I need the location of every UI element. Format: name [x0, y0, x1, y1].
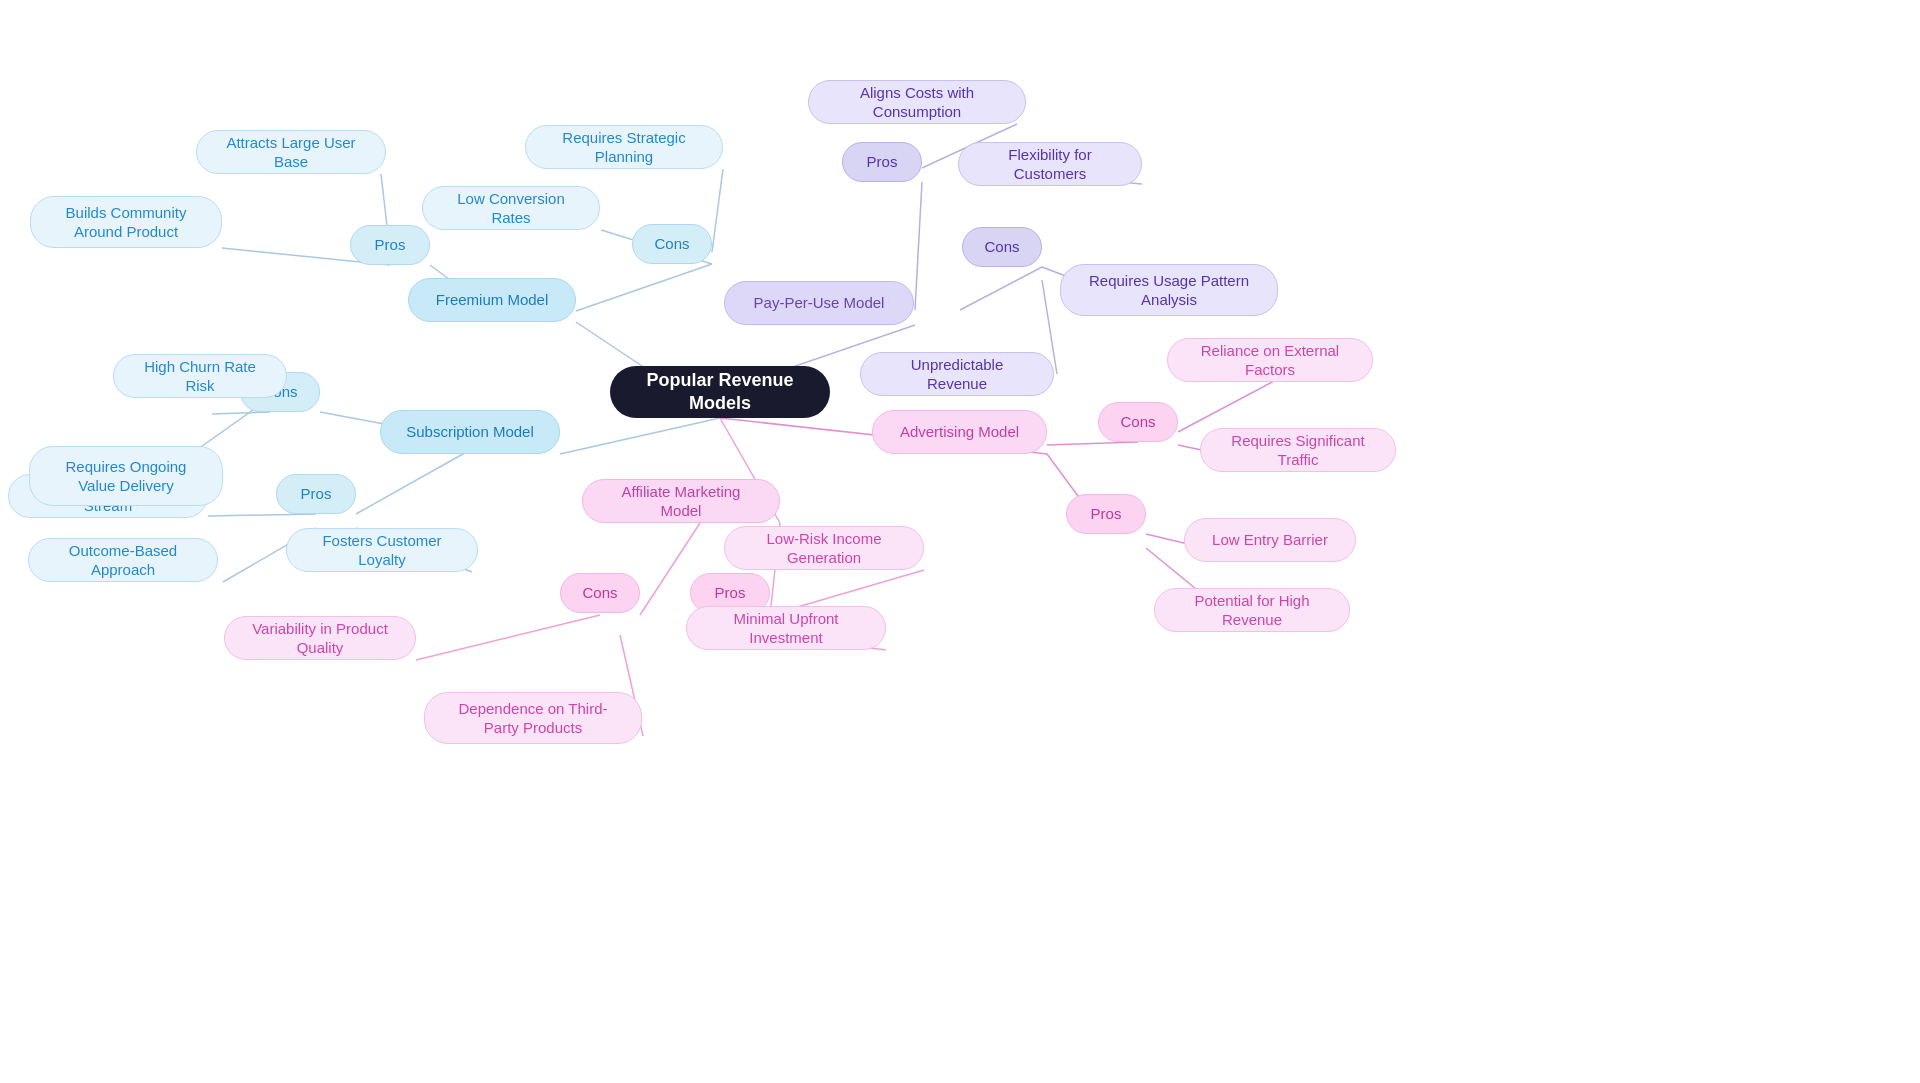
svg-line-2: [720, 418, 780, 523]
svg-line-9: [712, 169, 723, 252]
svg-line-5: [430, 265, 492, 311]
svg-line-13: [208, 514, 316, 516]
svg-line-6: [576, 264, 712, 311]
svg-line-11: [356, 450, 470, 514]
svg-line-10: [601, 230, 712, 264]
svg-line-18: [212, 412, 270, 414]
svg-line-35: [1146, 534, 1255, 560]
svg-line-31: [1047, 442, 1138, 445]
svg-line-8: [222, 248, 390, 265]
svg-line-1: [560, 418, 720, 454]
svg-line-20: [770, 523, 780, 615]
svg-line-23: [770, 570, 924, 615]
svg-line-32: [1047, 454, 1106, 534]
svg-line-28: [962, 168, 1142, 184]
svg-line-24: [770, 635, 886, 650]
svg-line-33: [1178, 380, 1276, 432]
svg-line-26: [960, 267, 1042, 310]
svg-line-12: [320, 412, 470, 440]
svg-line-27: [922, 124, 1017, 168]
svg-line-17: [140, 405, 260, 490]
svg-line-25: [915, 182, 922, 310]
svg-line-14: [223, 528, 316, 582]
svg-line-0: [576, 322, 720, 418]
svg-line-15: [356, 528, 472, 572]
svg-line-36: [1146, 548, 1246, 630]
svg-line-4: [720, 418, 1047, 454]
svg-line-21: [416, 615, 600, 660]
svg-line-30: [1042, 280, 1057, 374]
svg-line-29: [1042, 267, 1160, 312]
svg-line-19: [640, 523, 700, 615]
svg-line-34: [1178, 445, 1296, 470]
svg-line-16: [280, 396, 287, 405]
svg-line-22: [620, 635, 643, 736]
svg-line-7: [381, 174, 390, 252]
svg-line-3: [720, 325, 915, 392]
